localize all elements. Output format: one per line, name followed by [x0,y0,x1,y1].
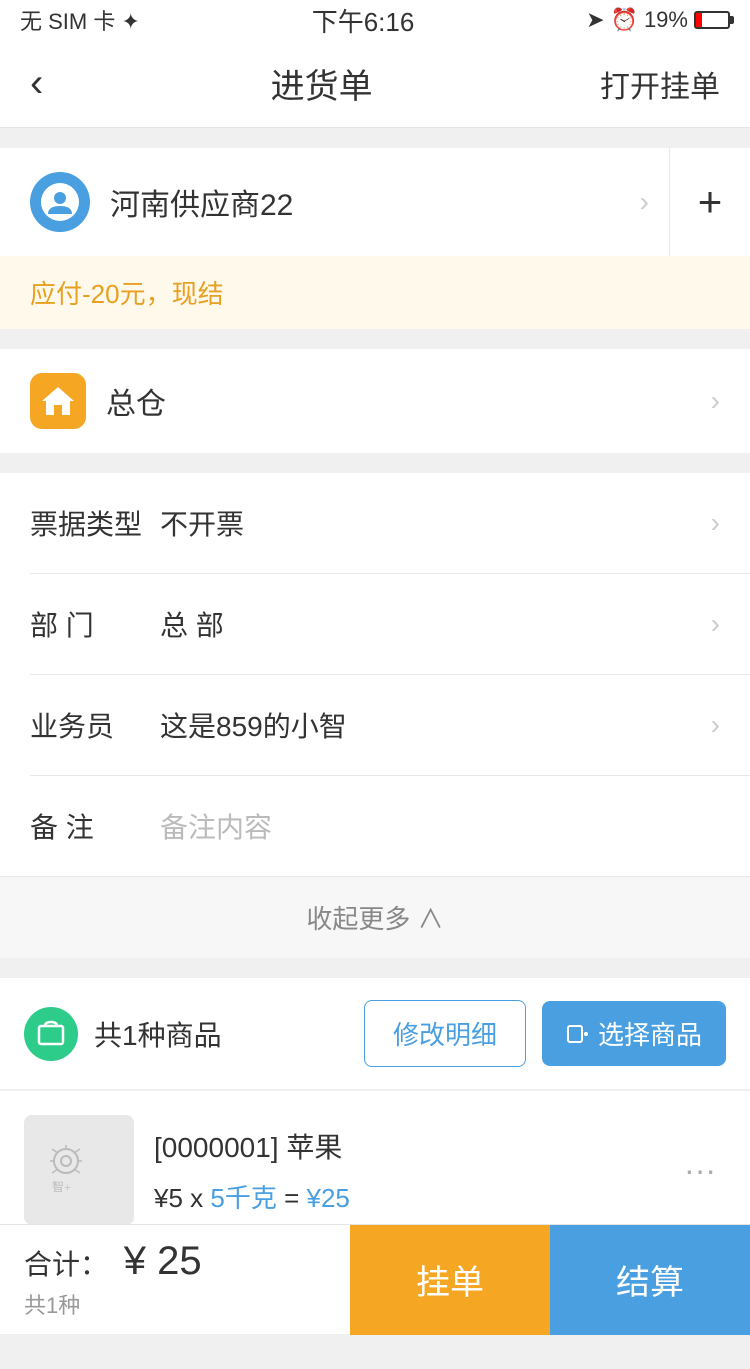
total-amount: ¥ 25 [124,1239,202,1283]
collapse-bar[interactable]: 收起更多 ∧ [0,876,750,958]
supplier-selector[interactable]: 河南供应商22 › [0,148,670,256]
status-time: 下午6:16 [312,2,415,39]
add-supplier-button[interactable]: + [670,148,750,256]
status-bar: 无 SIM 卡 ✦ 下午6:16 ➤ ⏰ 19% [0,0,750,40]
product-title: 苹果 [286,1132,342,1163]
unit-price: ¥5 [154,1183,183,1213]
select-product-button[interactable]: 选择商品 [542,1001,726,1066]
form-row-note[interactable]: 备 注 备注内容 [0,776,750,876]
total-label: 合计： [24,1249,108,1280]
open-hang-button[interactable]: 打开挂单 [600,62,720,106]
form-row-invoice-type[interactable]: 票据类型 不开票 › [0,473,750,573]
subtotal: ¥25 [307,1183,350,1213]
back-button[interactable]: ‹ [30,61,43,106]
supplier-section: 河南供应商22 › + [0,148,750,256]
salesperson-value: 这是859的小智 [150,705,711,745]
sim-label: 无 SIM 卡 ✦ [20,4,140,36]
warehouse-name: 总仓 [106,379,711,423]
warehouse-chevron-icon: › [711,385,720,417]
status-left: 无 SIM 卡 ✦ [20,4,140,36]
section-gap-3 [0,453,750,473]
cart-icon [35,1018,67,1050]
settle-button[interactable]: 结算 [550,1225,750,1335]
supplier-chevron-icon: › [640,186,649,218]
person-icon [46,188,74,216]
product-code: [0000001] [154,1132,279,1163]
warehouse-section[interactable]: 总仓 › [0,349,750,453]
form-row-department[interactable]: 部 门 总 部 › [0,574,750,674]
product-more-button[interactable]: ··· [674,1142,726,1199]
product-info: [0000001] 苹果 ¥5 x 5千克 = ¥25 [154,1126,674,1215]
battery-icon [694,11,730,29]
product-name: [0000001] 苹果 [154,1126,674,1166]
select-product-label: 选择商品 [598,1015,702,1052]
avatar-icon [41,183,79,221]
notice-bar: 应付-20元，现结 [0,256,750,329]
equals-sign: = [284,1183,306,1213]
form-row-salesperson[interactable]: 业务员 这是859的小智 › [0,675,750,775]
location-icon: ➤ [586,7,604,33]
nav-bar: ‹ 进货单 打开挂单 [0,40,750,128]
invoice-type-value: 不开票 [150,503,711,543]
products-header: 共1种商品 修改明细 选择商品 [0,978,750,1089]
hang-order-button[interactable]: 挂单 [350,1225,550,1335]
product-thumbnail: 智+ [24,1115,134,1225]
battery-label: 19% [644,7,688,33]
section-gap-2 [0,329,750,349]
product-thumb-icon: 智+ [44,1145,114,1195]
note-input[interactable]: 备注内容 [150,806,720,846]
quantity: 5千克 [210,1183,276,1213]
note-label: 备 注 [30,806,150,846]
department-value: 总 部 [150,604,711,644]
product-price: ¥5 x 5千克 = ¥25 [154,1178,674,1215]
products-count: 共1种商品 [94,1014,364,1054]
modify-detail-button[interactable]: 修改明细 [364,1000,526,1067]
warehouse-icon [30,373,86,429]
total-count: 共1种 [24,1288,326,1320]
footer: 合计： ¥ 25 共1种 挂单 结算 [0,1224,750,1334]
price-separator: x [190,1183,210,1213]
svg-text:智+: 智+ [52,1179,71,1194]
select-product-icon [566,1022,590,1046]
salesperson-label: 业务员 [30,705,150,745]
invoice-type-chevron-icon: › [711,507,720,539]
products-icon [24,1007,78,1061]
alarm-icon: ⏰ [611,7,638,33]
invoice-type-label: 票据类型 [30,503,150,543]
home-icon [40,383,76,419]
section-gap-1 [0,128,750,148]
supplier-name: 河南供应商22 [110,180,640,224]
salesperson-chevron-icon: › [711,709,720,741]
footer-total: 合计： ¥ 25 共1种 [0,1239,350,1320]
status-right: ➤ ⏰ 19% [586,7,730,33]
department-label: 部 门 [30,604,150,644]
form-section: 票据类型 不开票 › 部 门 总 部 › 业务员 这是859的小智 › 备 注 … [0,473,750,876]
supplier-avatar [30,172,90,232]
page-title: 进货单 [271,59,373,108]
department-chevron-icon: › [711,608,720,640]
